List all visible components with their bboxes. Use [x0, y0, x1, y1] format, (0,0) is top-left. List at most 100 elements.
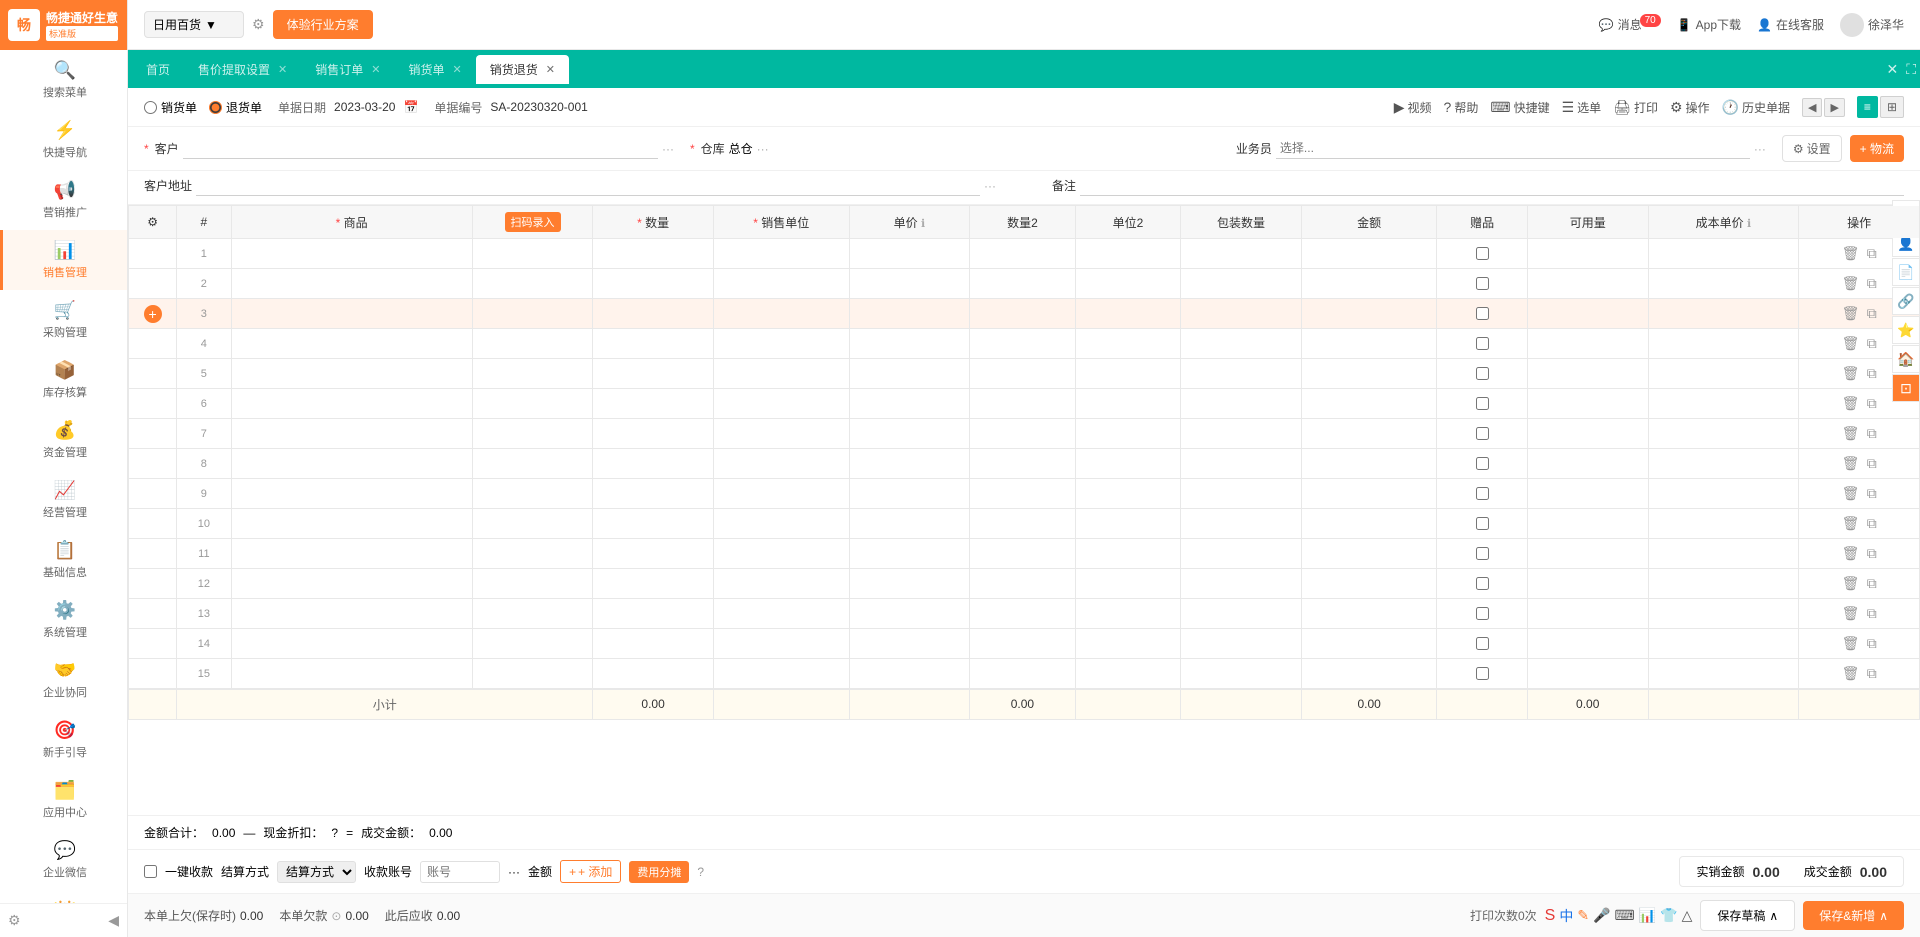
tab-delivery[interactable]: 销货单 ✕ — [394, 55, 475, 84]
avail-cell[interactable] — [1527, 239, 1648, 269]
radio-delivery[interactable]: 销货单 — [144, 99, 197, 116]
sidebar-item-shortcut[interactable]: ⚡ 快捷导航 — [0, 110, 127, 170]
gift-cell[interactable] — [1437, 539, 1527, 569]
pkg-cell[interactable] — [1181, 329, 1302, 359]
cost-cell[interactable] — [1648, 359, 1799, 389]
cost-cell[interactable] — [1648, 299, 1799, 329]
product-cell[interactable] — [231, 569, 472, 599]
cost-cell[interactable] — [1648, 419, 1799, 449]
save-draft-button[interactable]: 保存草稿 ∧ — [1700, 900, 1795, 931]
gift-checkbox[interactable] — [1476, 457, 1489, 470]
fee-help-icon[interactable]: ? — [697, 865, 704, 879]
qty2-cell[interactable] — [970, 269, 1076, 299]
gift-cell[interactable] — [1437, 329, 1527, 359]
cost-cell[interactable] — [1648, 509, 1799, 539]
sidebar-item-operation[interactable]: 📈 经营管理 — [0, 470, 127, 530]
fee-split-button[interactable]: 费用分摊 — [629, 861, 689, 883]
cost-cell[interactable] — [1648, 329, 1799, 359]
list-view-button[interactable]: ≡ — [1857, 96, 1878, 118]
product-cell[interactable] — [231, 389, 472, 419]
qty2-cell[interactable] — [970, 509, 1076, 539]
unit2-cell[interactable] — [1075, 569, 1181, 599]
amount-cell[interactable] — [1301, 419, 1437, 449]
copy-row-button[interactable]: ⧉ — [1865, 363, 1879, 384]
pkg-cell[interactable] — [1181, 479, 1302, 509]
price-cell[interactable] — [849, 599, 970, 629]
pkg-cell[interactable] — [1181, 569, 1302, 599]
col-setting[interactable]: ⚙ — [129, 206, 177, 239]
cost-cell[interactable] — [1648, 269, 1799, 299]
product-cell[interactable] — [231, 449, 472, 479]
gift-cell[interactable] — [1437, 599, 1527, 629]
unit-cell[interactable] — [713, 239, 849, 269]
gift-checkbox[interactable] — [1476, 547, 1489, 560]
radio-return-input[interactable] — [209, 101, 222, 114]
delete-row-button[interactable]: 🗑 — [1840, 453, 1862, 474]
gift-checkbox[interactable] — [1476, 277, 1489, 290]
qty2-cell[interactable] — [970, 539, 1076, 569]
warehouse-dots[interactable]: ··· — [757, 142, 769, 156]
unit-cell[interactable] — [713, 389, 849, 419]
unit2-cell[interactable] — [1075, 479, 1181, 509]
price-cell[interactable] — [849, 539, 970, 569]
qty-cell[interactable] — [593, 419, 714, 449]
amount-cell[interactable] — [1301, 659, 1437, 690]
account-dots[interactable]: ··· — [508, 865, 520, 879]
price-cell[interactable] — [849, 389, 970, 419]
unit2-cell[interactable] — [1075, 539, 1181, 569]
amount-cell[interactable] — [1301, 509, 1437, 539]
one-click-checkbox[interactable] — [144, 865, 157, 878]
cost-cell[interactable] — [1648, 659, 1799, 690]
cost-cell[interactable] — [1648, 599, 1799, 629]
tab-home[interactable]: 首页 — [132, 55, 184, 84]
gift-checkbox[interactable] — [1476, 637, 1489, 650]
delete-row-button[interactable]: 🗑 — [1840, 483, 1862, 504]
pkg-cell[interactable] — [1181, 599, 1302, 629]
amount-cell[interactable] — [1301, 299, 1437, 329]
price-cell[interactable] — [849, 569, 970, 599]
qty2-cell[interactable] — [970, 419, 1076, 449]
product-cell[interactable] — [231, 269, 472, 299]
tab-close-icon[interactable]: ✕ — [453, 63, 462, 76]
unit-cell[interactable] — [713, 509, 849, 539]
gift-cell[interactable] — [1437, 269, 1527, 299]
qty2-cell[interactable] — [970, 659, 1076, 690]
qty2-cell[interactable] — [970, 449, 1076, 479]
copy-row-button[interactable]: ⧉ — [1865, 603, 1879, 624]
product-cell[interactable] — [231, 329, 472, 359]
product-cell[interactable] — [231, 599, 472, 629]
video-button[interactable]: ▶ 视频 — [1394, 99, 1432, 116]
help-button[interactable]: ? 帮助 — [1444, 99, 1479, 116]
pkg-cell[interactable] — [1181, 389, 1302, 419]
tab-close-icon[interactable]: ✕ — [371, 63, 380, 76]
product-cell[interactable] — [231, 479, 472, 509]
gift-cell[interactable] — [1437, 389, 1527, 419]
customer-input[interactable] — [183, 138, 658, 159]
amount-cell[interactable] — [1301, 569, 1437, 599]
unit2-cell[interactable] — [1075, 359, 1181, 389]
avail-cell[interactable] — [1527, 599, 1648, 629]
gift-checkbox[interactable] — [1476, 487, 1489, 500]
pkg-cell[interactable] — [1181, 659, 1302, 690]
radio-delivery-input[interactable] — [144, 101, 157, 114]
qty-cell[interactable] — [593, 359, 714, 389]
gift-checkbox[interactable] — [1476, 367, 1489, 380]
price-cell[interactable] — [849, 329, 970, 359]
avail-cell[interactable] — [1527, 509, 1648, 539]
amount-cell[interactable] — [1301, 329, 1437, 359]
unit2-cell[interactable] — [1075, 599, 1181, 629]
amount-cell[interactable] — [1301, 629, 1437, 659]
price-cell[interactable] — [849, 629, 970, 659]
sidebar-item-appstore[interactable]: 🗂️ 应用中心 — [0, 770, 127, 830]
price-cell[interactable] — [849, 479, 970, 509]
qty-cell[interactable] — [593, 329, 714, 359]
gift-checkbox[interactable] — [1476, 397, 1489, 410]
add-payment-button[interactable]: + + 添加 — [560, 860, 621, 883]
remark-input[interactable] — [1080, 175, 1904, 196]
gift-cell[interactable] — [1437, 359, 1527, 389]
unit2-cell[interactable] — [1075, 629, 1181, 659]
date-value[interactable]: 2023-03-20 — [334, 100, 395, 114]
gift-checkbox[interactable] — [1476, 577, 1489, 590]
gift-cell[interactable] — [1437, 479, 1527, 509]
copy-row-button[interactable]: ⧉ — [1865, 513, 1879, 534]
